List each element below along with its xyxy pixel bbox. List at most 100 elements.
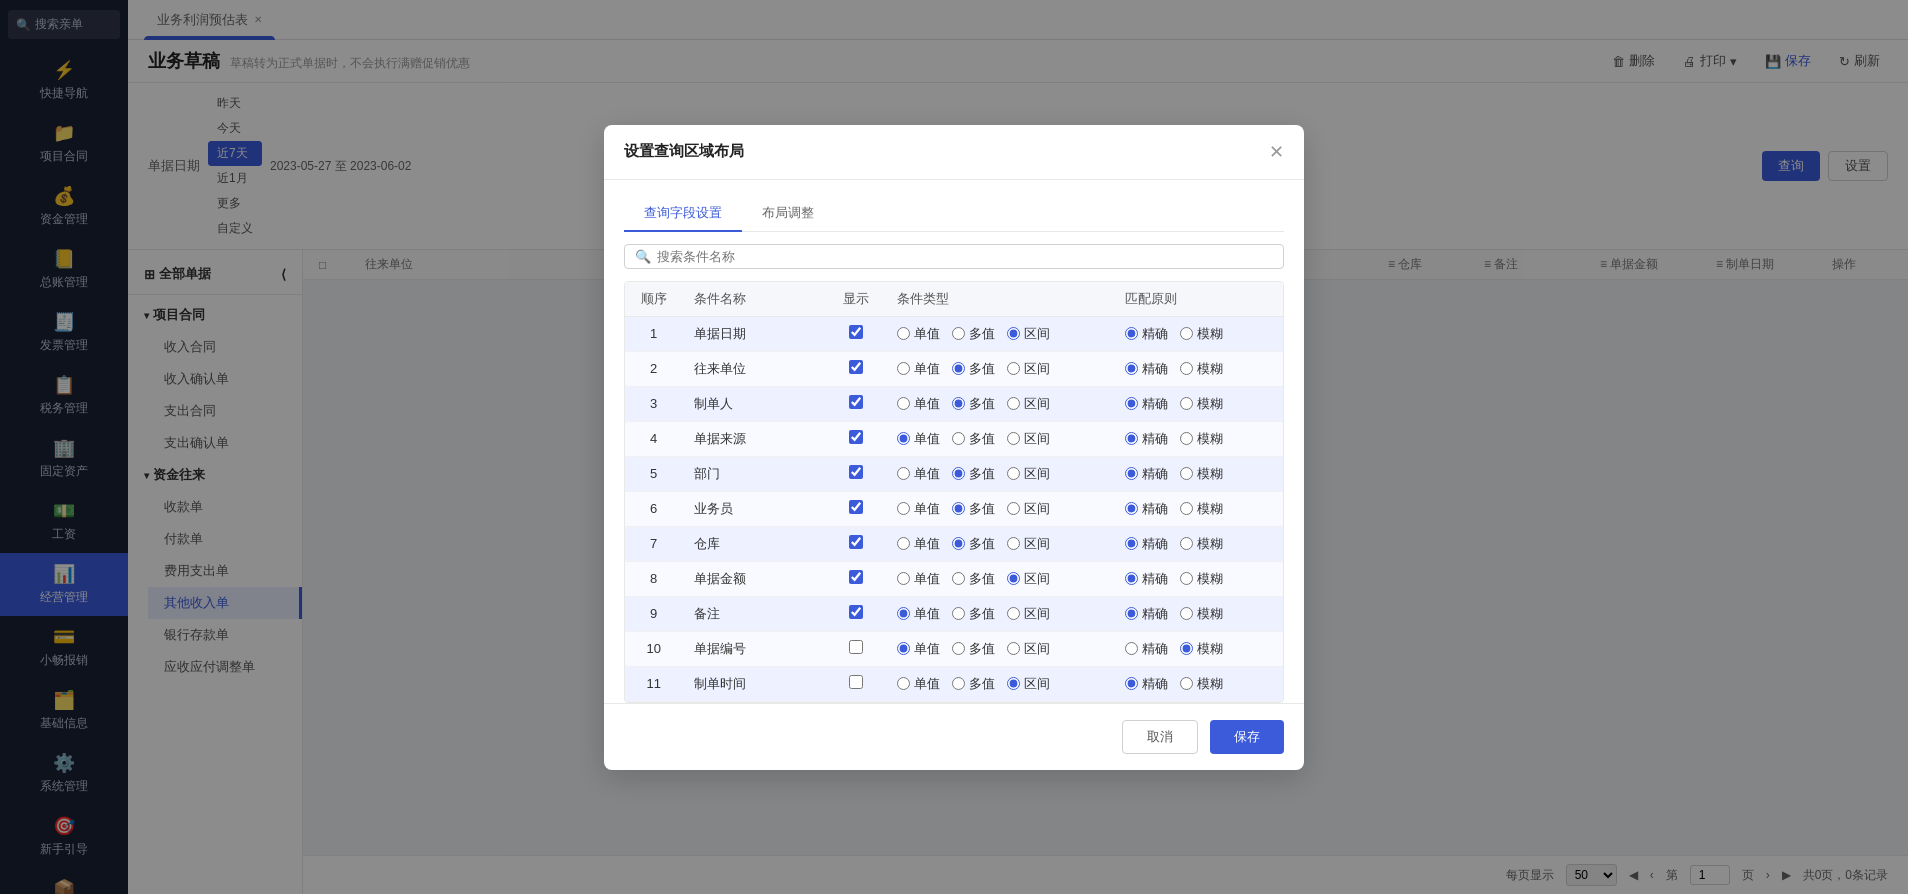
condition-option-区间[interactable]: 区间 [1007, 395, 1050, 413]
match-option-模糊[interactable]: 模糊 [1180, 605, 1223, 623]
show-checkbox[interactable] [849, 500, 863, 514]
show-checkbox[interactable] [849, 395, 863, 409]
match-option-模糊[interactable]: 模糊 [1180, 395, 1223, 413]
condition-option-区间[interactable]: 区间 [1007, 605, 1050, 623]
condition-option-多值[interactable]: 多值 [952, 465, 995, 483]
row-name: 单据日期 [682, 316, 827, 351]
row-order: 2 [625, 351, 682, 386]
match-option-精确[interactable]: 精确 [1125, 500, 1168, 518]
row-show [828, 386, 885, 421]
show-checkbox[interactable] [849, 675, 863, 689]
condition-option-单值[interactable]: 单值 [897, 605, 940, 623]
row-match: 精确模糊 [1113, 666, 1283, 701]
show-checkbox[interactable] [849, 640, 863, 654]
condition-option-单值[interactable]: 单值 [897, 430, 940, 448]
row-match: 精确模糊 [1113, 561, 1283, 596]
match-option-模糊[interactable]: 模糊 [1180, 640, 1223, 658]
row-name: 往来单位 [682, 351, 827, 386]
row-match: 精确模糊 [1113, 456, 1283, 491]
match-option-精确[interactable]: 精确 [1125, 465, 1168, 483]
show-checkbox[interactable] [849, 465, 863, 479]
modal-search-box: 🔍 [624, 244, 1284, 269]
row-condition: 单值多值区间 [885, 596, 1113, 631]
table-row: 1单据日期 单值多值区间 精确模糊 [625, 316, 1283, 351]
modal-table-wrap: 顺序 条件名称 显示 条件类型 匹配原则 1单据日期单值多值区间精确模糊2往来单… [624, 281, 1284, 703]
condition-option-多值[interactable]: 多值 [952, 430, 995, 448]
condition-option-区间[interactable]: 区间 [1007, 465, 1050, 483]
row-condition: 单值多值区间 [885, 491, 1113, 526]
cancel-button[interactable]: 取消 [1122, 720, 1198, 754]
condition-option-单值[interactable]: 单值 [897, 360, 940, 378]
match-option-模糊[interactable]: 模糊 [1180, 465, 1223, 483]
match-option-精确[interactable]: 精确 [1125, 640, 1168, 658]
row-show [828, 456, 885, 491]
show-checkbox[interactable] [849, 535, 863, 549]
table-row: 4单据来源单值多值区间精确模糊 [625, 421, 1283, 456]
th-order: 顺序 [625, 282, 682, 317]
show-checkbox[interactable] [849, 325, 863, 339]
condition-option-多值[interactable]: 多值 [952, 395, 995, 413]
row-match: 精确模糊 [1113, 316, 1283, 351]
match-option-精确[interactable]: 精确 [1125, 570, 1168, 588]
match-option-精确[interactable]: 精确 [1125, 360, 1168, 378]
condition-option-多值[interactable]: 多值 [952, 605, 995, 623]
condition-option-多值[interactable]: 多值 [952, 535, 995, 553]
row-order: 11 [625, 666, 682, 701]
match-option-模糊[interactable]: 模糊 [1180, 535, 1223, 553]
match-option-精确[interactable]: 精确 [1125, 395, 1168, 413]
row-name: 仓库 [682, 526, 827, 561]
row-name: 业务员 [682, 491, 827, 526]
condition-option-区间[interactable]: 区间 [1007, 325, 1050, 343]
match-option-精确[interactable]: 精确 [1125, 605, 1168, 623]
row-show [828, 631, 885, 666]
match-option-精确[interactable]: 精确 [1125, 430, 1168, 448]
table-row: 6业务员单值多值区间精确模糊 [625, 491, 1283, 526]
row-name: 制单时间 [682, 666, 827, 701]
match-option-模糊[interactable]: 模糊 [1180, 500, 1223, 518]
condition-option-多值[interactable]: 多值 [952, 325, 995, 343]
condition-option-单值[interactable]: 单值 [897, 535, 940, 553]
condition-option-多值[interactable]: 多值 [952, 500, 995, 518]
condition-option-多值[interactable]: 多值 [952, 570, 995, 588]
condition-option-区间[interactable]: 区间 [1007, 570, 1050, 588]
condition-option-区间[interactable]: 区间 [1007, 430, 1050, 448]
condition-option-单值[interactable]: 单值 [897, 325, 940, 343]
match-option-模糊[interactable]: 模糊 [1180, 675, 1223, 693]
save-button[interactable]: 保存 [1210, 720, 1284, 754]
modal-body: 查询字段设置 布局调整 🔍 顺序 条件名称 显示 条件类型 匹配原则 [604, 180, 1304, 703]
condition-option-区间[interactable]: 区间 [1007, 535, 1050, 553]
condition-option-多值[interactable]: 多值 [952, 640, 995, 658]
modal-close-button[interactable]: ✕ [1269, 141, 1284, 163]
show-checkbox[interactable] [849, 605, 863, 619]
match-option-精确[interactable]: 精确 [1125, 325, 1168, 343]
match-option-精确[interactable]: 精确 [1125, 535, 1168, 553]
condition-option-区间[interactable]: 区间 [1007, 500, 1050, 518]
condition-option-区间[interactable]: 区间 [1007, 675, 1050, 693]
condition-option-多值[interactable]: 多值 [952, 675, 995, 693]
condition-option-单值[interactable]: 单值 [897, 640, 940, 658]
tab-layout[interactable]: 布局调整 [742, 196, 834, 232]
condition-option-单值[interactable]: 单值 [897, 465, 940, 483]
condition-option-单值[interactable]: 单值 [897, 395, 940, 413]
modal-title: 设置查询区域布局 [624, 142, 744, 161]
match-option-精确[interactable]: 精确 [1125, 675, 1168, 693]
modal: 设置查询区域布局 ✕ 查询字段设置 布局调整 🔍 顺序 条件名称 显示 [604, 125, 1304, 770]
row-order: 6 [625, 491, 682, 526]
show-checkbox[interactable] [849, 430, 863, 444]
show-checkbox[interactable] [849, 570, 863, 584]
match-option-模糊[interactable]: 模糊 [1180, 570, 1223, 588]
condition-option-单值[interactable]: 单值 [897, 570, 940, 588]
condition-option-区间[interactable]: 区间 [1007, 360, 1050, 378]
show-checkbox[interactable] [849, 360, 863, 374]
condition-option-单值[interactable]: 单值 [897, 675, 940, 693]
match-option-模糊[interactable]: 模糊 [1180, 360, 1223, 378]
tab-field-settings[interactable]: 查询字段设置 [624, 196, 742, 232]
condition-option-区间[interactable]: 区间 [1007, 640, 1050, 658]
row-order: 7 [625, 526, 682, 561]
condition-option-多值[interactable]: 多值 [952, 360, 995, 378]
row-order: 1 [625, 316, 682, 351]
condition-option-单值[interactable]: 单值 [897, 500, 940, 518]
match-option-模糊[interactable]: 模糊 [1180, 325, 1223, 343]
match-option-模糊[interactable]: 模糊 [1180, 430, 1223, 448]
modal-search-input[interactable] [657, 249, 857, 264]
